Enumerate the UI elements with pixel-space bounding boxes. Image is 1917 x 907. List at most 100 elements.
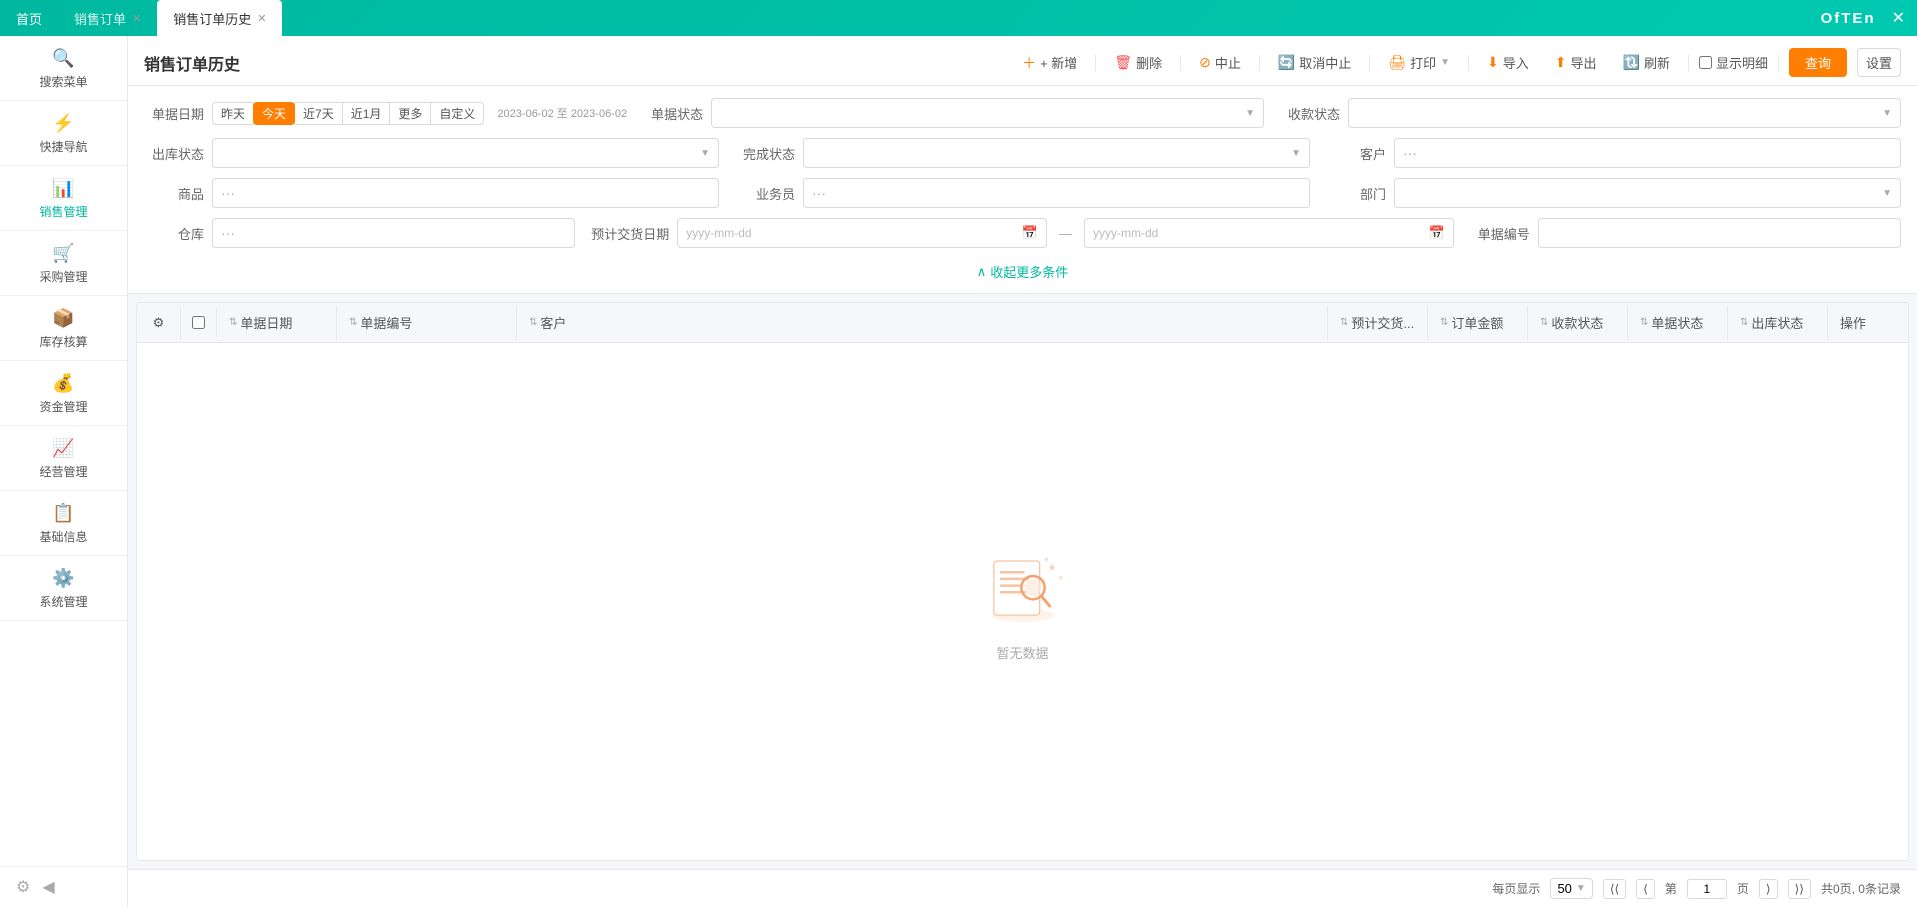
filter-department: 部门 ▼	[1326, 178, 1901, 208]
payment-status-select[interactable]: ▼	[1348, 98, 1901, 128]
page-size-label: 每页显示	[1492, 880, 1540, 897]
display-cols-checkbox[interactable]	[1699, 56, 1712, 69]
th-bill[interactable]: ⇅ 单据状态	[1628, 305, 1728, 340]
goods-input[interactable]: ···	[212, 178, 719, 208]
inventory-icon: 📦	[52, 308, 74, 329]
refresh-label: 刷新	[1644, 53, 1670, 72]
filter-outbound-status: 出库状态 ▼	[144, 138, 719, 168]
sidebar-item-basic-info[interactable]: 📋 基础信息	[0, 491, 127, 556]
date-btn-7days[interactable]: 近7天	[294, 102, 343, 125]
th-expected[interactable]: ⇅ 预计交货...	[1328, 305, 1428, 340]
date-btn-today[interactable]: 今天	[253, 102, 295, 125]
th-outbound[interactable]: ⇅ 出库状态	[1728, 305, 1828, 340]
th-amount[interactable]: ⇅ 订单金额	[1428, 305, 1528, 340]
tab-home[interactable]: 首页	[0, 0, 58, 36]
refresh-button[interactable]: 🔃 刷新	[1615, 49, 1678, 76]
sidebar-label-sales-mgmt: 销售管理	[39, 203, 87, 220]
sidebar-item-search-menu[interactable]: 🔍 搜索菜单	[0, 36, 127, 101]
filter-row-1: 单据日期 昨天 今天 近7天 近1月 更多 自定义 2023-06-02 至 2…	[144, 98, 1901, 128]
search-menu-icon: 🔍	[52, 48, 74, 69]
th-customer-label: 客户	[540, 313, 566, 332]
import-button[interactable]: ⬇ 导入	[1479, 49, 1537, 76]
th-checkbox[interactable]	[181, 308, 217, 337]
th-payment[interactable]: ⇅ 收款状态	[1528, 305, 1628, 340]
filter-salesperson: 业务员 ···	[735, 178, 1310, 208]
collapse-bar[interactable]: ∧ 收起更多条件	[144, 258, 1901, 281]
customer-dots-icon: ···	[1403, 145, 1417, 161]
sidebar-settings-icon[interactable]: ⚙	[16, 877, 30, 897]
calendar-from-icon[interactable]: 📅	[1022, 225, 1038, 241]
page-size-select[interactable]: 50 ▼	[1550, 878, 1592, 899]
stop-button[interactable]: ⊘ 中止	[1191, 49, 1249, 76]
warehouse-input[interactable]: ···	[212, 218, 575, 248]
sidebar-item-finance[interactable]: 💰 资金管理	[0, 361, 127, 426]
next-page-button[interactable]: ⟩	[1759, 879, 1778, 899]
customer-input[interactable]: ···	[1394, 138, 1901, 168]
expected-date-from-input[interactable]: yyyy-mm-dd 📅	[677, 218, 1047, 248]
sidebar-item-inventory[interactable]: 📦 库存核算	[0, 296, 127, 361]
outbound-status-select[interactable]: ▼	[212, 138, 719, 168]
date-filter-buttons: 昨天 今天 近7天 近1月 更多 自定义	[212, 102, 483, 125]
payment-status-arrow-icon: ▼	[1882, 108, 1892, 119]
settings-gear-icon[interactable]: ⚙	[153, 315, 165, 331]
sidebar-item-system[interactable]: ⚙️ 系统管理	[0, 556, 127, 621]
sidebar-item-purchase-mgmt[interactable]: 🛒 采购管理	[0, 231, 127, 296]
search-button[interactable]: 查询	[1789, 48, 1847, 77]
filter-warehouse: 仓库 ···	[144, 218, 575, 248]
bill-no-input[interactable]	[1538, 218, 1901, 248]
first-page-button[interactable]: ⟨⟨	[1603, 879, 1626, 899]
tab-sales-order-history-close[interactable]: ✕	[257, 12, 266, 25]
filter-row-3: 商品 ··· 业务员 ··· 部门 ▼	[144, 178, 1901, 208]
date-btn-custom[interactable]: 自定义	[430, 102, 484, 125]
salesperson-input[interactable]: ···	[803, 178, 1310, 208]
top-close-icon[interactable]: ✕	[1892, 8, 1905, 28]
settings-button[interactable]: 设置	[1857, 48, 1901, 77]
empty-illustration	[973, 541, 1073, 631]
date-filter-label: 单据日期	[144, 104, 204, 123]
page-size-value: 50	[1557, 881, 1571, 896]
cancel-stop-label: 取消中止	[1299, 53, 1351, 72]
sidebar-item-sales-mgmt[interactable]: 📊 销售管理	[0, 166, 127, 231]
sidebar-item-quick-nav[interactable]: ⚡ 快捷导航	[0, 101, 127, 166]
sidebar-bottom: ⚙ ◀	[0, 866, 127, 907]
th-date[interactable]: ⇅ 单据日期	[217, 305, 337, 340]
bill-status-select[interactable]: ▼	[711, 98, 1264, 128]
divider-3	[1259, 55, 1260, 71]
print-label: 打印	[1410, 53, 1436, 72]
tab-sales-order[interactable]: 销售订单 ✕	[58, 0, 157, 36]
display-cols-control[interactable]: 显示明细	[1699, 53, 1768, 72]
tab-sales-order-history[interactable]: 销售订单历史 ✕	[157, 0, 282, 36]
page-number-input[interactable]	[1687, 879, 1727, 899]
date-btn-more[interactable]: 更多	[389, 102, 431, 125]
tab-sales-order-close[interactable]: ✕	[132, 12, 141, 25]
prev-page-button[interactable]: ⟨	[1636, 879, 1655, 899]
th-customer[interactable]: ⇅ 客户	[517, 305, 1328, 340]
page-label-prefix: 第	[1665, 880, 1677, 897]
th-action-label: 操作	[1840, 313, 1866, 332]
print-button[interactable]: 🖨 打印 ▼	[1380, 49, 1458, 76]
filter-expected-date: 预计交货日期 yyyy-mm-dd 📅 — yyyy-mm-dd 📅	[591, 218, 1454, 248]
divider-5	[1468, 55, 1469, 71]
expected-date-to-input[interactable]: yyyy-mm-dd 📅	[1084, 218, 1454, 248]
new-button[interactable]: ＋ + 新增	[1014, 49, 1085, 77]
th-no[interactable]: ⇅ 单据编号	[337, 305, 517, 340]
select-all-checkbox[interactable]	[192, 316, 205, 329]
warehouse-dots-icon: ···	[221, 225, 235, 241]
sidebar-collapse-icon[interactable]: ◀	[42, 877, 54, 897]
last-page-button[interactable]: ⟩⟩	[1788, 879, 1811, 899]
export-button[interactable]: ⬆ 导出	[1547, 49, 1605, 76]
date-btn-yesterday[interactable]: 昨天	[212, 102, 254, 125]
expected-date-label: 预计交货日期	[591, 224, 669, 243]
delete-button[interactable]: 🗑 删除	[1106, 49, 1170, 76]
complete-status-select[interactable]: ▼	[803, 138, 1310, 168]
calendar-to-icon[interactable]: 📅	[1429, 225, 1445, 241]
page-size-dropdown-icon: ▼	[1576, 883, 1586, 894]
cancel-stop-button[interactable]: 🔄 取消中止	[1270, 49, 1359, 76]
delete-label: 删除	[1136, 53, 1162, 72]
department-select[interactable]: ▼	[1394, 178, 1901, 208]
th-settings[interactable]: ⚙	[137, 307, 181, 339]
import-icon: ⬇	[1487, 54, 1499, 71]
sidebar-label-inventory: 库存核算	[39, 333, 87, 350]
sidebar-item-operations[interactable]: 📈 经营管理	[0, 426, 127, 491]
date-btn-1month[interactable]: 近1月	[342, 102, 391, 125]
